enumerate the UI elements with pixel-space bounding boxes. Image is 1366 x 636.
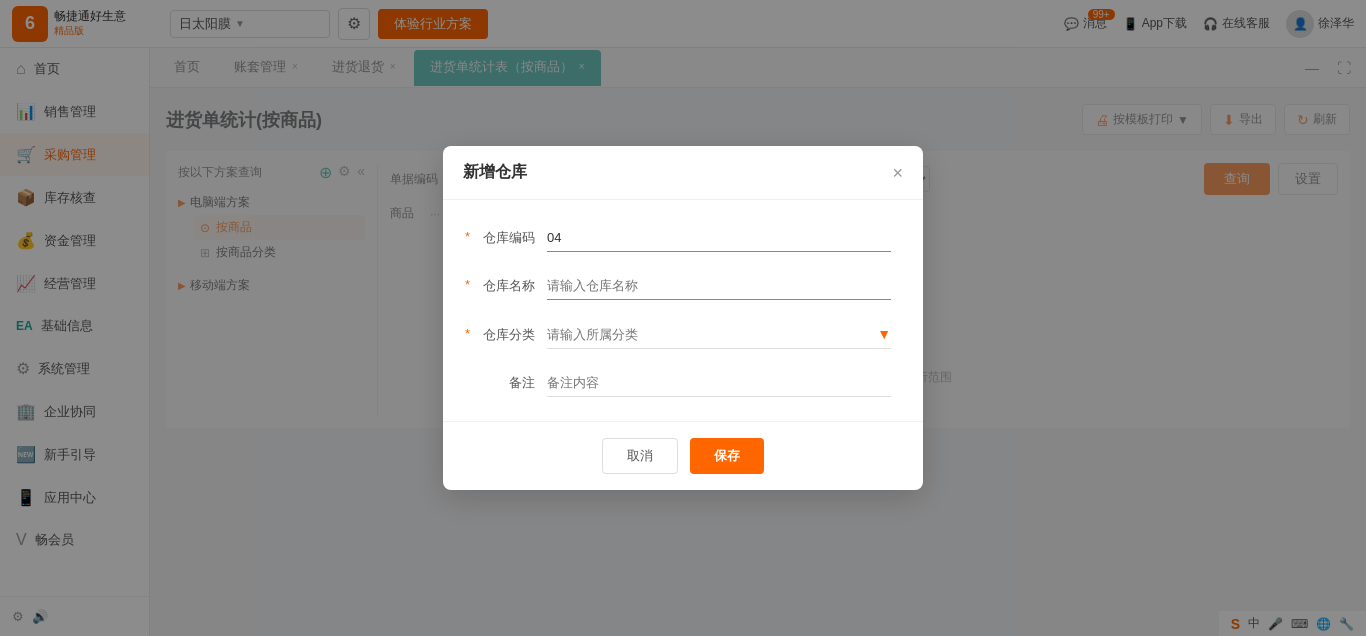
modal-header: 新增仓库 × bbox=[443, 146, 923, 200]
modal-overlay[interactable]: 新增仓库 × 仓库编码 仓库名称 仓库分类 ▼ bbox=[0, 0, 1366, 636]
warehouse-name-input[interactable] bbox=[547, 272, 891, 300]
modal-new-warehouse: 新增仓库 × 仓库编码 仓库名称 仓库分类 ▼ bbox=[443, 146, 923, 490]
warehouse-category-input[interactable] bbox=[547, 327, 877, 342]
modal-close-btn[interactable]: × bbox=[892, 164, 903, 182]
warehouse-name-label: 仓库名称 bbox=[475, 277, 535, 295]
modal-body: 仓库编码 仓库名称 仓库分类 ▼ 备注 bbox=[443, 200, 923, 421]
form-row-remark: 备注 bbox=[475, 369, 891, 397]
cancel-button[interactable]: 取消 bbox=[602, 438, 678, 474]
warehouse-category-select-wrapper[interactable]: ▼ bbox=[547, 320, 891, 349]
warehouse-code-label: 仓库编码 bbox=[475, 229, 535, 247]
category-dropdown-arrow: ▼ bbox=[877, 326, 891, 342]
form-row-code: 仓库编码 bbox=[475, 224, 891, 252]
save-button[interactable]: 保存 bbox=[690, 438, 764, 474]
modal-title: 新增仓库 bbox=[463, 162, 527, 183]
modal-footer: 取消 保存 bbox=[443, 421, 923, 490]
warehouse-code-input[interactable] bbox=[547, 224, 891, 252]
warehouse-category-label: 仓库分类 bbox=[475, 326, 535, 344]
form-row-category: 仓库分类 ▼ bbox=[475, 320, 891, 349]
form-row-name: 仓库名称 bbox=[475, 272, 891, 300]
remark-input[interactable] bbox=[547, 369, 891, 397]
remark-label: 备注 bbox=[475, 374, 535, 392]
